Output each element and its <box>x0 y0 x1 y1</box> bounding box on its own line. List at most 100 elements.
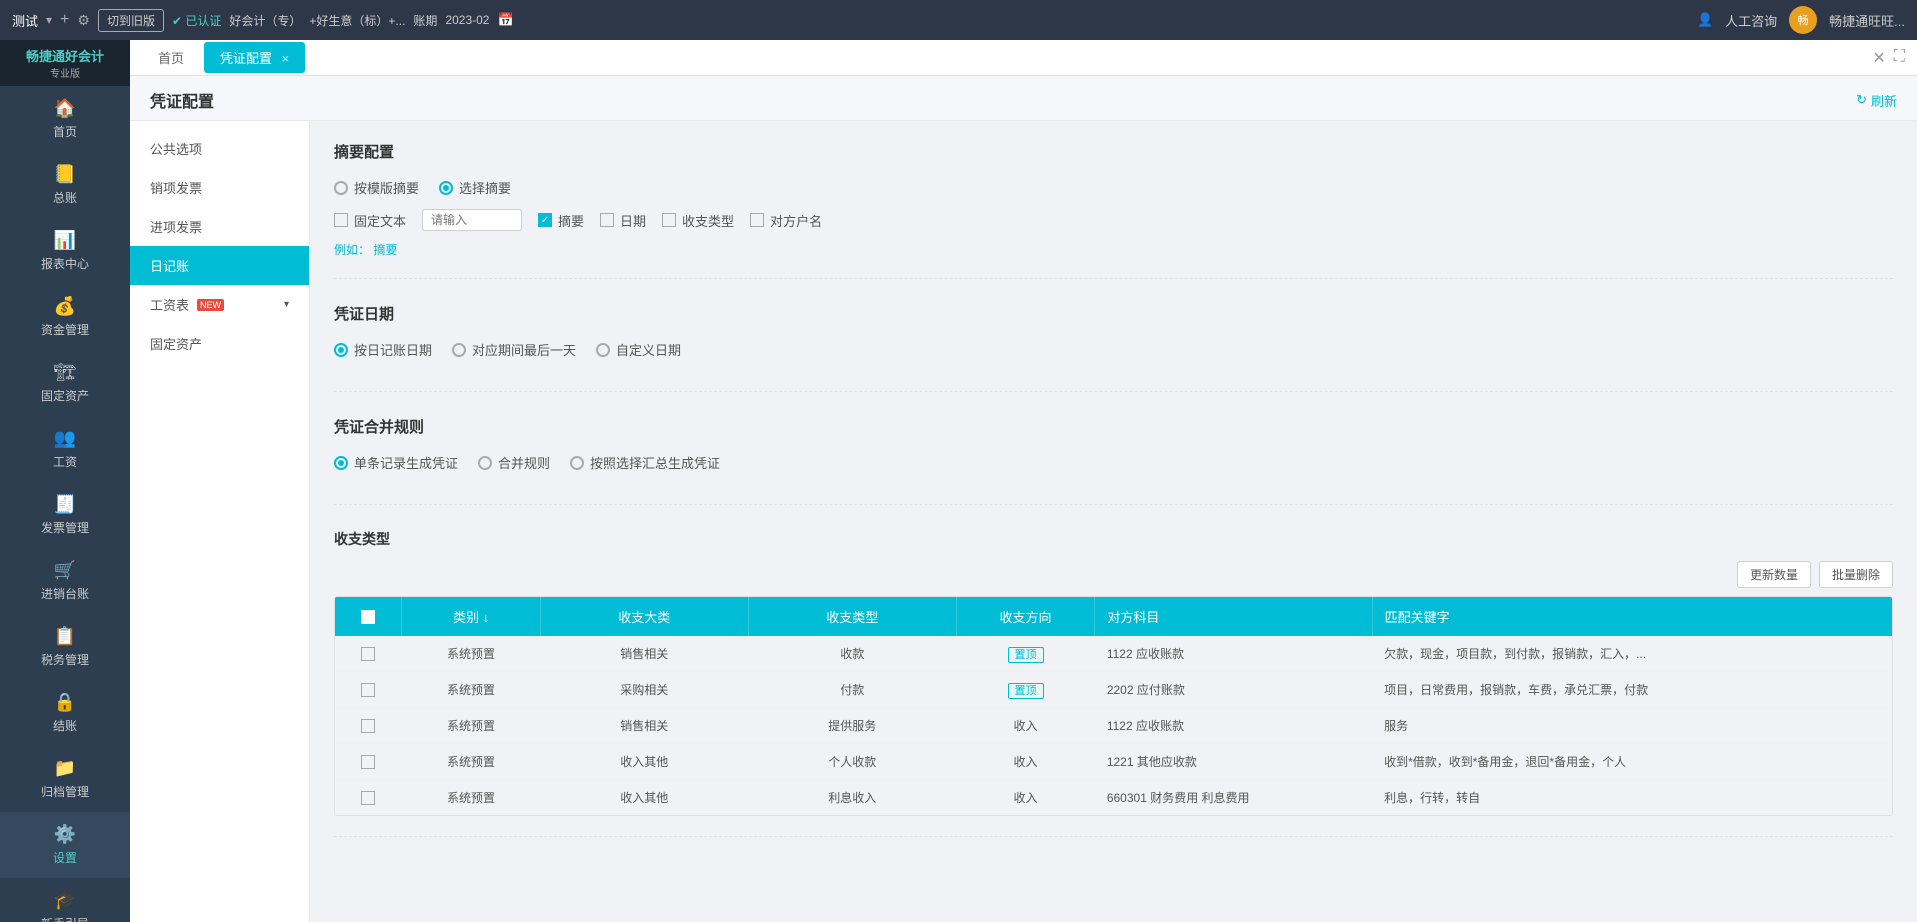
table-body: 系统预置 销售相关 收款 置顶 1122 应收账款 欠款，现金，项目款，到付款，… <box>335 636 1892 815</box>
avatar[interactable]: 畅 <box>1789 6 1817 34</box>
row-keywords-4: 利息，行转，转自 <box>1372 780 1892 816</box>
checkbox-income-type-label: 收支类型 <box>682 211 734 230</box>
row-checkbox-2[interactable] <box>361 719 375 733</box>
radio-single-record[interactable]: 单条记录生成凭证 <box>334 453 458 472</box>
sidebar: 畅捷通好会计 专业版 🏠 首页 📒 总账 📊 报表中心 💰 资金管理 🏗 固定资… <box>0 40 130 922</box>
window-close-icon[interactable]: ✕ <box>1872 48 1885 68</box>
checkbox-counterparty-label: 对方户名 <box>770 211 822 230</box>
checkbox-date[interactable]: 日期 <box>600 211 646 230</box>
left-nav-item-sales-invoice[interactable]: 销项发票 <box>130 168 309 207</box>
radio-merge-rules[interactable]: 合并规则 <box>478 453 550 472</box>
sidebar-item-payroll-label: 工资 <box>53 453 77 470</box>
sidebar-item-reports[interactable]: 📊 报表中心 <box>0 218 130 284</box>
left-nav-item-public[interactable]: 公共选项 <box>130 129 309 168</box>
main-layout: 畅捷通好会计 专业版 🏠 首页 📒 总账 📊 报表中心 💰 资金管理 🏗 固定资… <box>0 40 1917 922</box>
radio-journal-date[interactable]: 按日记账日期 <box>334 340 432 359</box>
fixed-text-input[interactable] <box>422 209 522 231</box>
topbar: 测试 ▾ + ⚙ 切到旧版 ✔ 已认证 好会计（专） +好生意（标）+... 账… <box>0 0 1917 40</box>
add-icon[interactable]: + <box>60 11 69 29</box>
radio-select-total[interactable]: 按照选择汇总生成凭证 <box>570 453 720 472</box>
reset-badge-0[interactable]: 置顶 <box>1008 647 1044 663</box>
row-checkbox-4[interactable] <box>361 791 375 805</box>
select-all-checkbox[interactable] <box>361 610 375 624</box>
sidebar-item-home[interactable]: 🏠 首页 <box>0 86 130 152</box>
left-nav-item-payroll-table[interactable]: 工资表 NEW ▾ <box>130 285 309 324</box>
row-type-1: 付款 <box>748 672 956 708</box>
left-nav-item-journal[interactable]: 日记账 <box>130 246 309 285</box>
row-bigcategory-0: 销售相关 <box>540 636 748 672</box>
refresh-label: 刷新 <box>1871 91 1897 110</box>
sidebar-item-archive[interactable]: 📁 归档管理 <box>0 746 130 812</box>
sidebar-item-fixed-assets[interactable]: 🏗 固定资产 <box>0 350 130 416</box>
left-nav-item-fixed-assets-sub[interactable]: 固定资产 <box>130 324 309 363</box>
radio-single-record-label: 单条记录生成凭证 <box>354 453 458 472</box>
table-header-actions: 更新数量 批量删除 <box>334 561 1893 588</box>
sidebar-item-payroll[interactable]: 👥 工资 <box>0 416 130 482</box>
home-icon: 🏠 <box>54 98 76 119</box>
sidebar-item-ledger-label: 总账 <box>53 189 77 206</box>
date-radio-group: 按日记账日期 对应期间最后一天 自定义日期 <box>334 340 1893 359</box>
tab-voucher-config[interactable]: 凭证配置 × <box>204 42 305 73</box>
batch-delete-button[interactable]: 批量删除 <box>1819 561 1893 588</box>
checkbox-summary[interactable]: ✓ 摘要 <box>538 211 584 230</box>
update-count-button[interactable]: 更新数量 <box>1737 561 1811 588</box>
closing-icon: 🔒 <box>54 692 76 713</box>
support-text[interactable]: 人工咨询 <box>1725 11 1777 30</box>
fixed-assets-icon: 🏗 <box>54 362 77 383</box>
row-checkbox-3[interactable] <box>361 755 375 769</box>
chevron-down-icon[interactable]: ▾ <box>46 13 52 27</box>
sidebar-item-funds[interactable]: 💰 资金管理 <box>0 284 130 350</box>
row-category-2: 系统预置 <box>402 708 541 744</box>
sidebar-item-ledger[interactable]: 📒 总账 <box>0 152 130 218</box>
sidebar-item-invoice[interactable]: 🧾 发票管理 <box>0 482 130 548</box>
checkbox-fixed-text[interactable]: 固定文本 <box>334 211 406 230</box>
window-expand-icon[interactable]: ⛶ <box>1894 48 1905 68</box>
income-table: 类别 ↓ 收支大类 收支类型 收支方向 对方科目 匹配关键字 <box>334 596 1893 816</box>
row-keywords-2: 服务 <box>1372 708 1892 744</box>
sidebar-item-tax[interactable]: 📋 税务管理 <box>0 614 130 680</box>
sidebar-item-purchase[interactable]: 🛒 进销台账 <box>0 548 130 614</box>
left-nav-item-purchase-invoice[interactable]: 进项发票 <box>130 207 309 246</box>
table-head: 类别 ↓ 收支大类 收支类型 收支方向 对方科目 匹配关键字 <box>335 597 1892 636</box>
radio-period-last[interactable]: 对应期间最后一天 <box>452 340 576 359</box>
row-keywords-0: 欠款，现金，项目款，到付款，报销款，汇入，... <box>1372 636 1892 672</box>
radio-select-summary[interactable]: 选择摘要 <box>439 178 511 197</box>
summary-section-title: 摘要配置 <box>334 141 1893 162</box>
tab-close-icon[interactable]: × <box>282 51 290 66</box>
radio-custom-date[interactable]: 自定义日期 <box>596 340 681 359</box>
th-checkbox[interactable] <box>335 597 402 636</box>
page-title: 凭证配置 <box>150 88 214 112</box>
invoice-icon: 🧾 <box>54 494 76 515</box>
reset-badge-1[interactable]: 置顶 <box>1008 683 1044 699</box>
sidebar-item-funds-label: 资金管理 <box>41 321 89 338</box>
checkbox-income-type[interactable]: 收支类型 <box>662 211 734 230</box>
radio-template-summary[interactable]: 按模版摘要 <box>334 178 419 197</box>
radio-template-label: 按模版摘要 <box>354 178 419 197</box>
checkbox-fixed-text-label: 固定文本 <box>354 211 406 230</box>
checkbox-counterparty[interactable]: 对方户名 <box>750 211 822 230</box>
row-direction-2: 收入 <box>956 708 1095 744</box>
row-account-3: 1221 其他应收款 <box>1095 744 1372 780</box>
radio-select-label: 选择摘要 <box>459 178 511 197</box>
row-checkbox-cell <box>335 780 402 816</box>
tab-home[interactable]: 首页 <box>142 42 200 73</box>
period-label: 账期 <box>413 12 437 29</box>
sidebar-item-settings[interactable]: ⚙️ 设置 <box>0 812 130 878</box>
row-checkbox-0[interactable] <box>361 647 375 661</box>
th-type: 收支类型 <box>748 597 956 636</box>
refresh-button[interactable]: ↻ 刷新 <box>1856 91 1897 110</box>
row-category-0: 系统预置 <box>402 636 541 672</box>
row-account-0: 1122 应收账款 <box>1095 636 1372 672</box>
checkbox-date-label: 日期 <box>620 211 646 230</box>
switch-version-button[interactable]: 切到旧版 <box>98 9 164 32</box>
sidebar-item-guide-label: 新手引导 <box>41 915 89 922</box>
sidebar-item-closing[interactable]: 🔒 结账 <box>0 680 130 746</box>
calendar-icon[interactable]: 📅 <box>497 12 513 28</box>
gear-icon[interactable]: ⚙ <box>77 12 90 29</box>
row-keywords-1: 项目，日常费用，报销款，车费，承兑汇票，付款 <box>1372 672 1892 708</box>
date-section: 凭证日期 按日记账日期 对应期间最后一天 自定义日期 <box>334 303 1893 392</box>
row-checkbox-1[interactable] <box>361 683 375 697</box>
row-direction-3: 收入 <box>956 744 1095 780</box>
payroll-icon: 👥 <box>54 428 76 449</box>
sidebar-item-guide[interactable]: 🎓 新手引导 <box>0 878 130 922</box>
